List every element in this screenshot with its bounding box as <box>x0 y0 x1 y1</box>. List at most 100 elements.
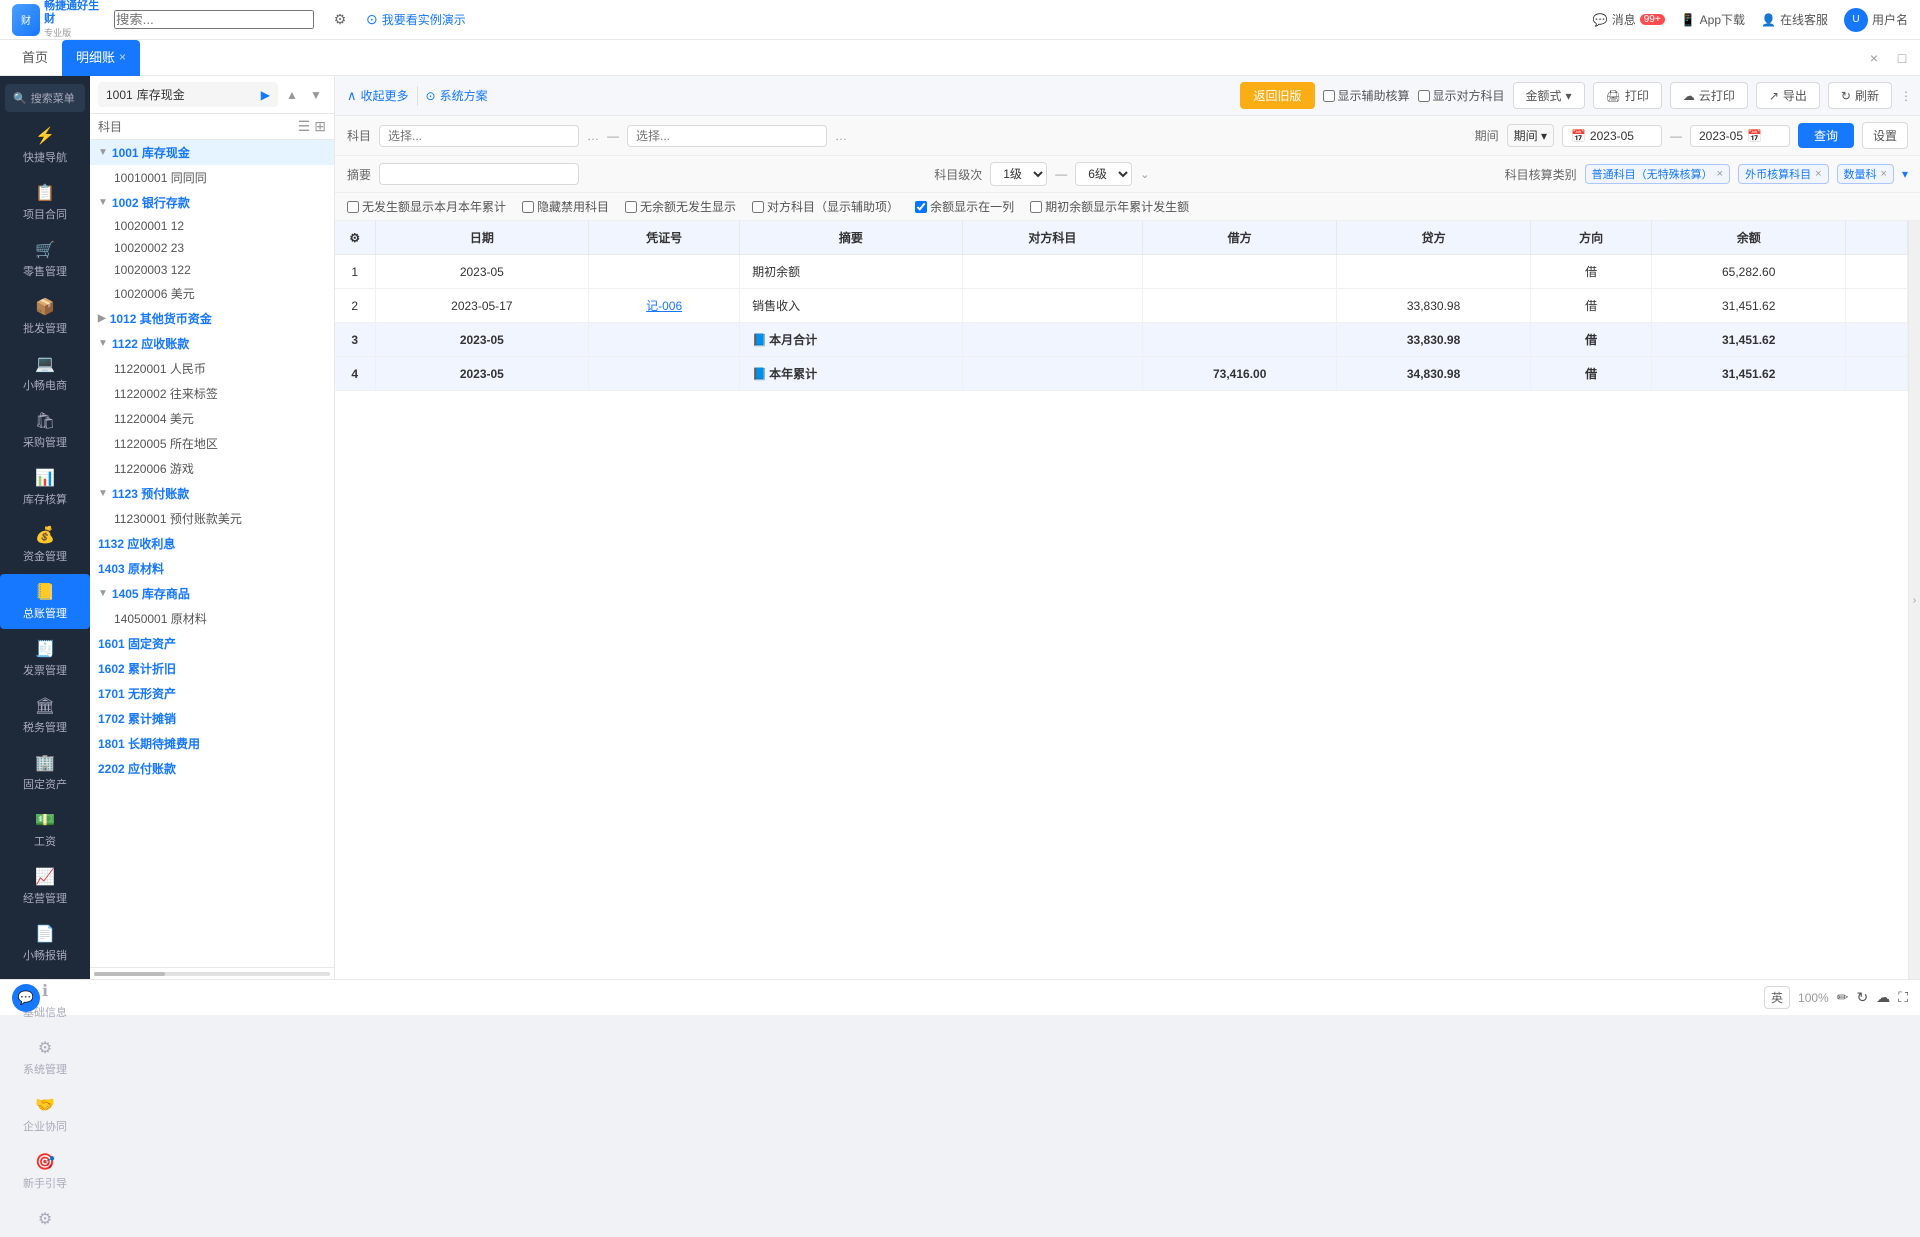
tree-item[interactable]: 1403 原材料 <box>90 556 334 581</box>
tree-item[interactable]: 11220001 人民币 <box>90 356 334 381</box>
query-btn[interactable]: 查询 <box>1798 123 1854 148</box>
sidebar-item-collab[interactable]: 🤝 企业协同 <box>0 1087 90 1142</box>
notification-btn[interactable]: 💬 消息 99+ <box>1593 11 1665 28</box>
tag-normal[interactable]: 普通科目（无特殊核算） × <box>1585 164 1730 184</box>
top-search-input[interactable] <box>114 10 314 29</box>
lang-btn[interactable]: 英 <box>1764 986 1790 1009</box>
tag-foreign[interactable]: 外币核算科目 × <box>1738 164 1828 184</box>
sidebar-item-purchase[interactable]: 🛍 采购管理 <box>0 403 90 458</box>
period-to-picker[interactable]: 2023-05 📅 <box>1690 125 1790 147</box>
tree-item[interactable]: 1701 无形资产 <box>90 681 334 706</box>
tree-item[interactable]: ▼ 1002 银行存款 <box>90 190 334 215</box>
tab-detail[interactable]: 明细账 × <box>62 40 140 76</box>
print-btn[interactable]: 🖨 打印 <box>1593 82 1662 109</box>
tab-home[interactable]: 首页 <box>8 40 62 76</box>
sidebar-item-ecommerce[interactable]: 💻 小畅电商 <box>0 346 90 401</box>
collapse-icon[interactable]: ☰ <box>298 118 311 135</box>
period-type-dropdown[interactable]: 期间 ▾ <box>1507 124 1554 147</box>
scheme-btn[interactable]: ⊙ 系统方案 <box>426 87 488 104</box>
back-old-btn[interactable]: 返回旧版 <box>1240 82 1314 109</box>
tree-item[interactable]: 1702 累计摊销 <box>90 706 334 731</box>
tree-item[interactable]: ▼ 1001 库存现金 <box>90 140 334 165</box>
sidebar-item-expense[interactable]: 📄 小畅报销 <box>0 916 90 971</box>
tree-item[interactable]: 10020001 12 <box>90 215 334 237</box>
sidebar-item-project[interactable]: 📋 项目合同 <box>0 175 90 230</box>
online-service-btn[interactable]: 👤 在线客服 <box>1761 11 1828 28</box>
window-max-btn[interactable]: □ <box>1892 48 1912 68</box>
period-from-picker[interactable]: 📅 2023-05 <box>1562 125 1662 147</box>
tag-close-icon[interactable]: × <box>1717 168 1723 180</box>
level-to-select[interactable]: 6级5级4级 <box>1075 162 1132 186</box>
cb-no-amount[interactable]: 无发生额显示本月本年累计 <box>347 198 506 215</box>
show-aux-checkbox[interactable]: 显示辅助核算 <box>1323 87 1410 104</box>
sidebar-item-invoice[interactable]: 🧾 发票管理 <box>0 631 90 686</box>
cb-balance-col[interactable]: 余额显示在一列 <box>915 198 1014 215</box>
chevron-down-cat[interactable]: ▾ <box>1902 167 1908 181</box>
summary-input[interactable] <box>379 163 579 185</box>
sidebar-item-tax[interactable]: 🏛 税务管理 <box>0 688 90 743</box>
tree-item[interactable]: 10020006 美元 <box>90 281 334 306</box>
tree-item[interactable]: ▼ 1122 应收账款 <box>90 331 334 356</box>
nav-next-btn[interactable]: ▼ <box>306 85 326 105</box>
sidebar-item-salary[interactable]: 💵 工资 <box>0 802 90 857</box>
resize-handle[interactable]: ⋮ <box>1900 89 1908 103</box>
cb-opposite[interactable]: 对方科目（显示辅助项） <box>752 198 899 215</box>
sidebar-item-settings[interactable]: ⚙ <box>34 1201 56 1237</box>
cb-no-balance[interactable]: 无余额无发生显示 <box>625 198 736 215</box>
expand-bottom-icon[interactable]: ⛶ <box>1898 989 1908 1006</box>
tree-item[interactable]: 11230001 预付账款美元 <box>90 506 334 531</box>
tab-detail-close[interactable]: × <box>119 50 126 64</box>
refresh-btn[interactable]: ↻ 刷新 <box>1828 82 1892 109</box>
cloud-bottom-icon[interactable]: ☁ <box>1876 989 1890 1006</box>
edit-icon[interactable]: ✏ <box>1837 989 1849 1006</box>
left-scroll[interactable] <box>90 967 334 979</box>
export-btn[interactable]: ↗ 导出 <box>1756 82 1820 109</box>
sidebar-item-operations[interactable]: 📈 经营管理 <box>0 859 90 914</box>
tree-item[interactable]: 11220005 所在地区 <box>90 431 334 456</box>
col-gear[interactable]: ⚙ <box>335 221 375 255</box>
tag-close-icon2[interactable]: × <box>1815 168 1821 180</box>
row-voucher-link[interactable]: 记-006 <box>589 289 740 323</box>
tag-quantity[interactable]: 数量科 × <box>1837 164 1894 184</box>
tree-item[interactable]: 1602 累计折旧 <box>90 656 334 681</box>
settings-btn[interactable]: 设置 <box>1862 122 1908 149</box>
sidebar-item-wholesale[interactable]: 📦 批发管理 <box>0 289 90 344</box>
tree-item[interactable]: 14050001 原材料 <box>90 606 334 631</box>
refresh-bottom-icon[interactable]: ↻ <box>1856 989 1868 1006</box>
cb-init-balance[interactable]: 期初余额显示年累计发生额 <box>1030 198 1189 215</box>
settings-top-icon[interactable]: ⚙ <box>326 6 354 34</box>
account-tree[interactable]: ▼ 1001 库存现金 10010001 同同同 ▼ 1002 银行存款 100… <box>90 140 334 967</box>
sidebar-search[interactable]: 🔍 搜索菜单 <box>5 84 85 112</box>
tree-item[interactable]: 1801 长期待摊费用 <box>90 731 334 756</box>
nav-prev-btn[interactable]: ▲ <box>282 85 302 105</box>
cloud-print-btn[interactable]: ☁ 云打印 <box>1670 82 1748 109</box>
chat-bubble-icon[interactable]: 💬 <box>12 984 40 1012</box>
tree-item[interactable]: 10010001 同同同 <box>90 165 334 190</box>
subject-to-input[interactable] <box>627 125 827 147</box>
gear-icon[interactable]: ⚙ <box>349 231 360 245</box>
tree-item[interactable]: 11220006 游戏 <box>90 456 334 481</box>
show-opposite-checkbox[interactable]: 显示对方科目 <box>1418 87 1505 104</box>
format-btn[interactable]: 金额式 ▾ <box>1513 82 1585 109</box>
sidebar-item-guide[interactable]: 🎯 新手引导 <box>0 1144 90 1199</box>
tree-item[interactable]: 1132 应收利息 <box>90 531 334 556</box>
sidebar-item-system[interactable]: ⚙ 系统管理 <box>0 1030 90 1085</box>
sidebar-item-retail[interactable]: 🛒 零售管理 <box>0 232 90 287</box>
sidebar-item-inventory[interactable]: 📊 库存核算 <box>0 460 90 515</box>
tree-item[interactable]: ▼ 1405 库存商品 <box>90 581 334 606</box>
tag-close-icon3[interactable]: × <box>1881 168 1887 180</box>
tree-item[interactable]: 1601 固定资产 <box>90 631 334 656</box>
tree-item[interactable]: 11220002 往来标签 <box>90 381 334 406</box>
user-menu[interactable]: U 用户名 <box>1844 8 1908 32</box>
right-collapse-handle[interactable]: › <box>1908 221 1920 979</box>
demo-link[interactable]: ⊙ 我要看实例演示 <box>366 11 466 28</box>
tree-item[interactable]: ▶ 1012 其他货币资金 <box>90 306 334 331</box>
level-from-select[interactable]: 1级2级3级 <box>990 162 1047 186</box>
sidebar-item-ledger[interactable]: 📒 总账管理 <box>0 574 90 629</box>
tree-item[interactable]: 11220004 美元 <box>90 406 334 431</box>
account-selector[interactable]: 1001 库存现金 ▶ <box>98 82 278 107</box>
tree-item[interactable]: ▼ 1123 预付账款 <box>90 481 334 506</box>
tree-item[interactable]: 10020002 23 <box>90 237 334 259</box>
sidebar-item-assets[interactable]: 🏢 固定资产 <box>0 745 90 800</box>
window-close-btn[interactable]: × <box>1864 48 1884 68</box>
